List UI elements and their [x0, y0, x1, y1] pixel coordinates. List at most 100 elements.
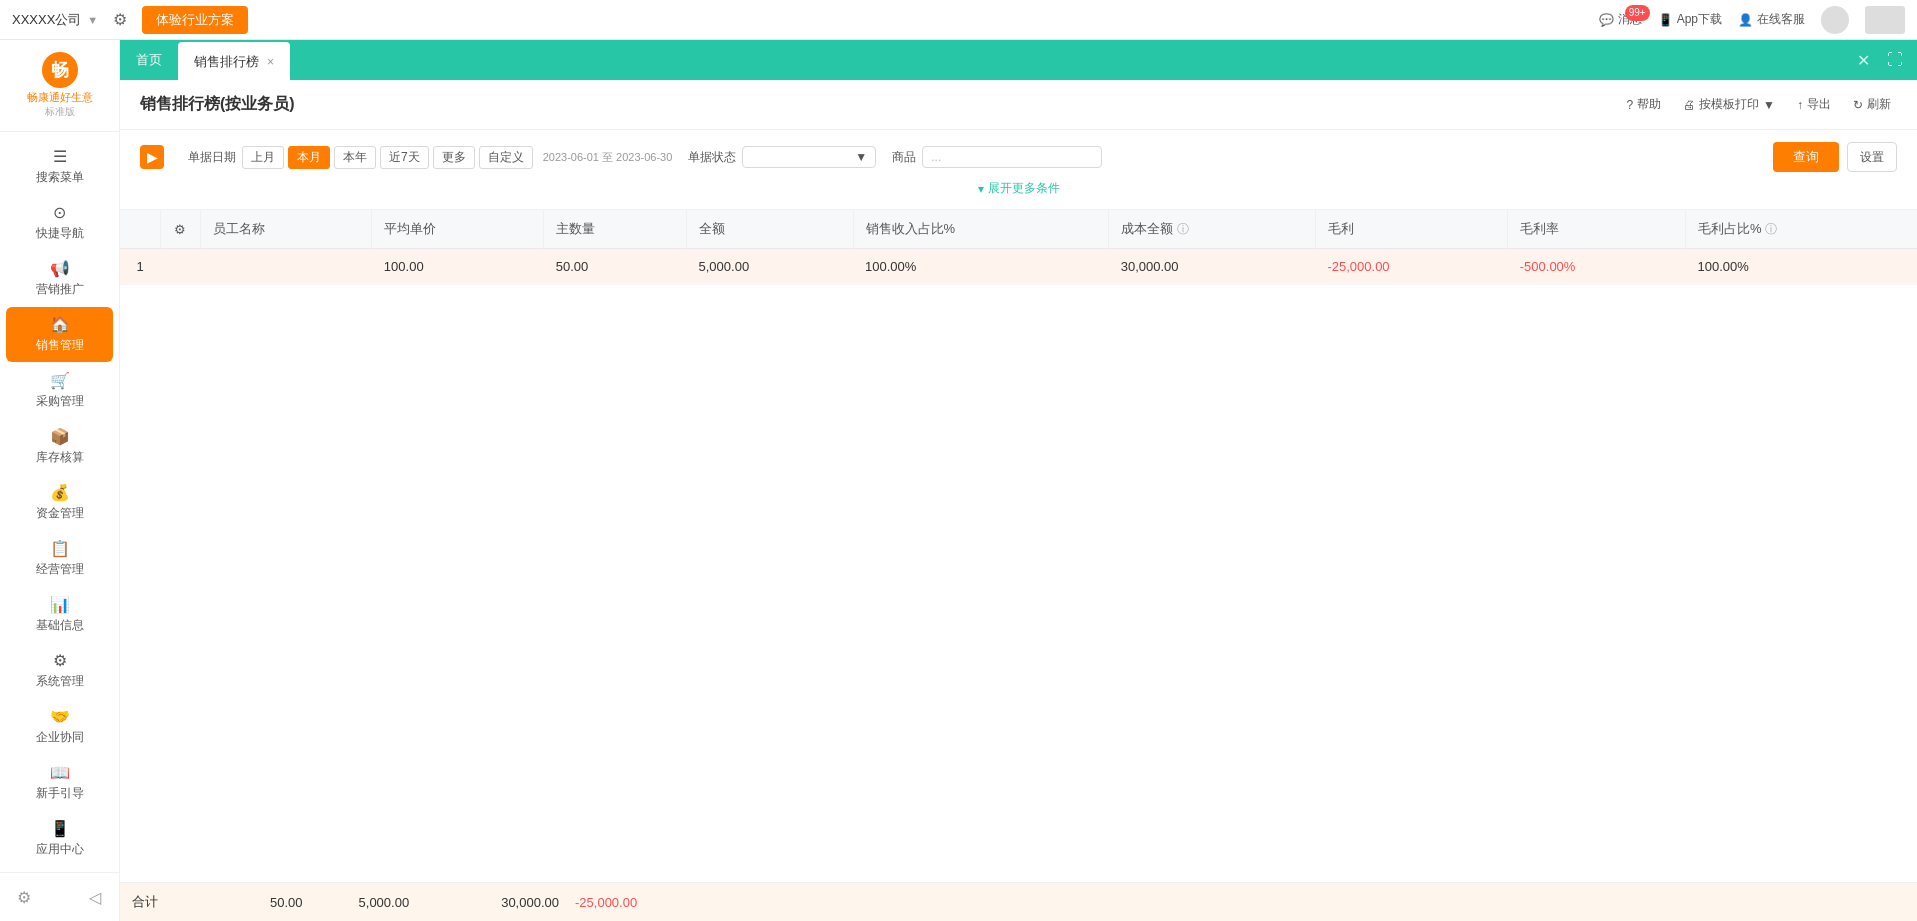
this-year-btn[interactable]: 本年: [334, 146, 376, 169]
col-gross-pct: 毛利占比% ⓘ: [1686, 210, 1917, 249]
sidebar-item-purchase[interactable]: 🛒 采购管理: [6, 363, 113, 418]
settings-icon-btn[interactable]: ⚙: [106, 6, 134, 34]
export-btn[interactable]: ↑ 导出: [1791, 92, 1837, 117]
sidebar: 畅 畅康通好生意 标准版 ☰ 搜索菜单 ⊙ 快捷导航 📢 营销推广 🏠 销售: [0, 40, 120, 921]
trial-button[interactable]: 体验行业方案: [142, 6, 248, 34]
filter-toggle-arrow[interactable]: ▶: [140, 145, 164, 169]
filter-goods: 商品 ...: [892, 146, 1102, 168]
sidebar-item-basic[interactable]: 📊 基础信息: [6, 587, 113, 642]
query-button[interactable]: 查询: [1773, 142, 1839, 172]
tab-fullscreen-btn[interactable]: ⛶: [1881, 46, 1909, 74]
footer-gross: -25,000.00: [575, 895, 637, 910]
print-btn[interactable]: 🖨 按模板打印 ▼: [1677, 92, 1781, 117]
gross-pct-help-icon[interactable]: ⓘ: [1765, 222, 1777, 236]
sidebar-item-finance[interactable]: 💰 资金管理: [6, 475, 113, 530]
online-service-btn[interactable]: 👤 在线客服: [1738, 11, 1805, 28]
status-select-dropdown-icon: ▼: [855, 150, 867, 164]
more-btn[interactable]: 更多: [433, 146, 475, 169]
sidebar-item-marketing[interactable]: 📢 营销推广: [6, 251, 113, 306]
tab-bar-right: ✕ ⛶: [1849, 46, 1917, 74]
message-badge: 99+: [1625, 5, 1650, 21]
company-selector[interactable]: XXXXX公司 ▼: [12, 11, 98, 29]
sidebar-item-sales-label: 销售管理: [36, 337, 84, 354]
filter-settings-btn[interactable]: 设置: [1847, 142, 1897, 172]
sidebar-nav: ☰ 搜索菜单 ⊙ 快捷导航 📢 营销推广 🏠 销售管理 🛒 采购管理 📦 库: [0, 132, 119, 872]
sidebar-item-corp-label: 企业协同: [36, 729, 84, 746]
company-dropdown-icon: ▼: [87, 14, 98, 26]
filter-status: 单据状态 ▼: [688, 146, 876, 168]
sidebar-item-purchase-label: 采购管理: [36, 393, 84, 410]
sidebar-settings-btn[interactable]: ⚙: [8, 881, 40, 913]
sales-icon: 🏠: [50, 315, 70, 334]
footer-cost: 30,000.00: [501, 895, 559, 910]
sidebar-item-inventory-label: 库存核算: [36, 449, 84, 466]
refresh-btn[interactable]: ↻ 刷新: [1847, 92, 1897, 117]
tab-bar: 首页 销售排行榜 × ✕ ⛶: [120, 40, 1917, 80]
sidebar-collapse-btn[interactable]: ◁: [79, 881, 111, 913]
help-btn[interactable]: ? 帮助: [1620, 92, 1667, 117]
tab-close-icon[interactable]: ×: [267, 55, 274, 69]
goods-input[interactable]: ...: [922, 146, 1102, 168]
cell-gross-rate: -500.00%: [1508, 249, 1686, 285]
user-name-placeholder: [1865, 6, 1905, 34]
sidebar-item-system-label: 系统管理: [36, 673, 84, 690]
service-icon: 👤: [1738, 13, 1753, 27]
query-actions: 查询 设置: [1773, 142, 1897, 172]
help-icon: ?: [1626, 98, 1633, 112]
filter-area: ▶ 单据日期 上月 本月 本年 近7天 更多 自定义 2023-06-01 至 …: [120, 130, 1917, 210]
tab-home-label: 首页: [136, 51, 162, 69]
col-qty: 主数量: [544, 210, 687, 249]
corp-icon: 🤝: [50, 707, 70, 726]
expand-area: ▾ 展开更多条件: [140, 180, 1897, 197]
sidebar-item-guide-label: 新手引导: [36, 785, 84, 802]
sidebar-item-operation[interactable]: 📋 经营管理: [6, 531, 113, 586]
table-row: 1 100.00 50.00 5,000.00 100.00% 30,000.0…: [120, 249, 1917, 285]
cell-gross-pct: 100.00%: [1686, 249, 1917, 285]
expand-more-btn[interactable]: ▾ 展开更多条件: [978, 180, 1060, 197]
sidebar-item-sales[interactable]: 🏠 销售管理: [6, 307, 113, 362]
tab-home[interactable]: 首页: [120, 40, 178, 80]
footer-qty: 50.00: [270, 895, 303, 910]
sidebar-item-corp[interactable]: 🤝 企业协同: [6, 699, 113, 754]
top-bar: XXXXX公司 ▼ ⚙ 体验行业方案 💬 消息 99+ 📱 App下载 👤 在线…: [0, 0, 1917, 40]
table-header-row: ⚙ 员工名称 平均单价 主数量 全额 销售收入占比% 成本全额 ⓘ 毛利 毛利率: [120, 210, 1917, 249]
cell-gross: -25,000.00: [1315, 249, 1507, 285]
sidebar-item-app-label: 应用中心: [36, 841, 84, 858]
purchase-icon: 🛒: [50, 371, 70, 390]
message-btn[interactable]: 💬 消息 99+: [1599, 11, 1642, 28]
app-download-btn[interactable]: 📱 App下载: [1658, 11, 1722, 28]
tab-close-window-btn[interactable]: ✕: [1849, 46, 1877, 74]
sidebar-item-system[interactable]: ⚙ 系统管理: [6, 643, 113, 698]
sidebar-item-guide[interactable]: 📖 新手引导: [6, 755, 113, 810]
cell-avg-price: 100.00: [372, 249, 544, 285]
footer-label: 合计: [132, 893, 158, 911]
sidebar-item-operation-label: 经营管理: [36, 561, 84, 578]
last7days-btn[interactable]: 近7天: [380, 146, 429, 169]
tab-sales-rank-label: 销售排行榜: [194, 53, 259, 71]
cost-help-icon[interactable]: ⓘ: [1177, 222, 1189, 236]
sidebar-item-finance-label: 资金管理: [36, 505, 84, 522]
sidebar-item-inventory[interactable]: 📦 库存核算: [6, 419, 113, 474]
sidebar-item-app[interactable]: 📱 应用中心: [6, 811, 113, 866]
custom-btn[interactable]: 自定义: [479, 146, 533, 169]
logo-icon: 畅: [42, 52, 78, 88]
sidebar-item-shortcut[interactable]: ⊙ 快捷导航: [6, 195, 113, 250]
status-select[interactable]: ▼: [742, 146, 876, 168]
last-month-btn[interactable]: 上月: [242, 146, 284, 169]
cell-qty: 50.00: [544, 249, 687, 285]
col-num: [120, 210, 160, 249]
this-month-btn[interactable]: 本月: [288, 146, 330, 169]
table-footer: 合计 50.00 5,000.00 30,000.00 -25,000.00: [120, 882, 1917, 921]
tab-sales-rank[interactable]: 销售排行榜 ×: [178, 42, 290, 82]
goods-filter-label: 商品: [892, 149, 916, 166]
sidebar-item-search[interactable]: ☰ 搜索菜单: [6, 139, 113, 194]
table-wrapper: ⚙ 员工名称 平均单价 主数量 全额 销售收入占比% 成本全额 ⓘ 毛利 毛利率: [120, 210, 1917, 882]
sidebar-item-search-label: 搜索菜单: [36, 169, 84, 186]
layout: 畅 畅康通好生意 标准版 ☰ 搜索菜单 ⊙ 快捷导航 📢 营销推广 🏠 销售: [0, 40, 1917, 921]
operation-icon: 📋: [50, 539, 70, 558]
finance-icon: 💰: [50, 483, 70, 502]
avatar[interactable]: [1821, 6, 1849, 34]
footer-amount: 5,000.00: [359, 895, 410, 910]
print-icon: 🖨: [1683, 98, 1695, 112]
col-settings[interactable]: ⚙: [160, 210, 200, 249]
